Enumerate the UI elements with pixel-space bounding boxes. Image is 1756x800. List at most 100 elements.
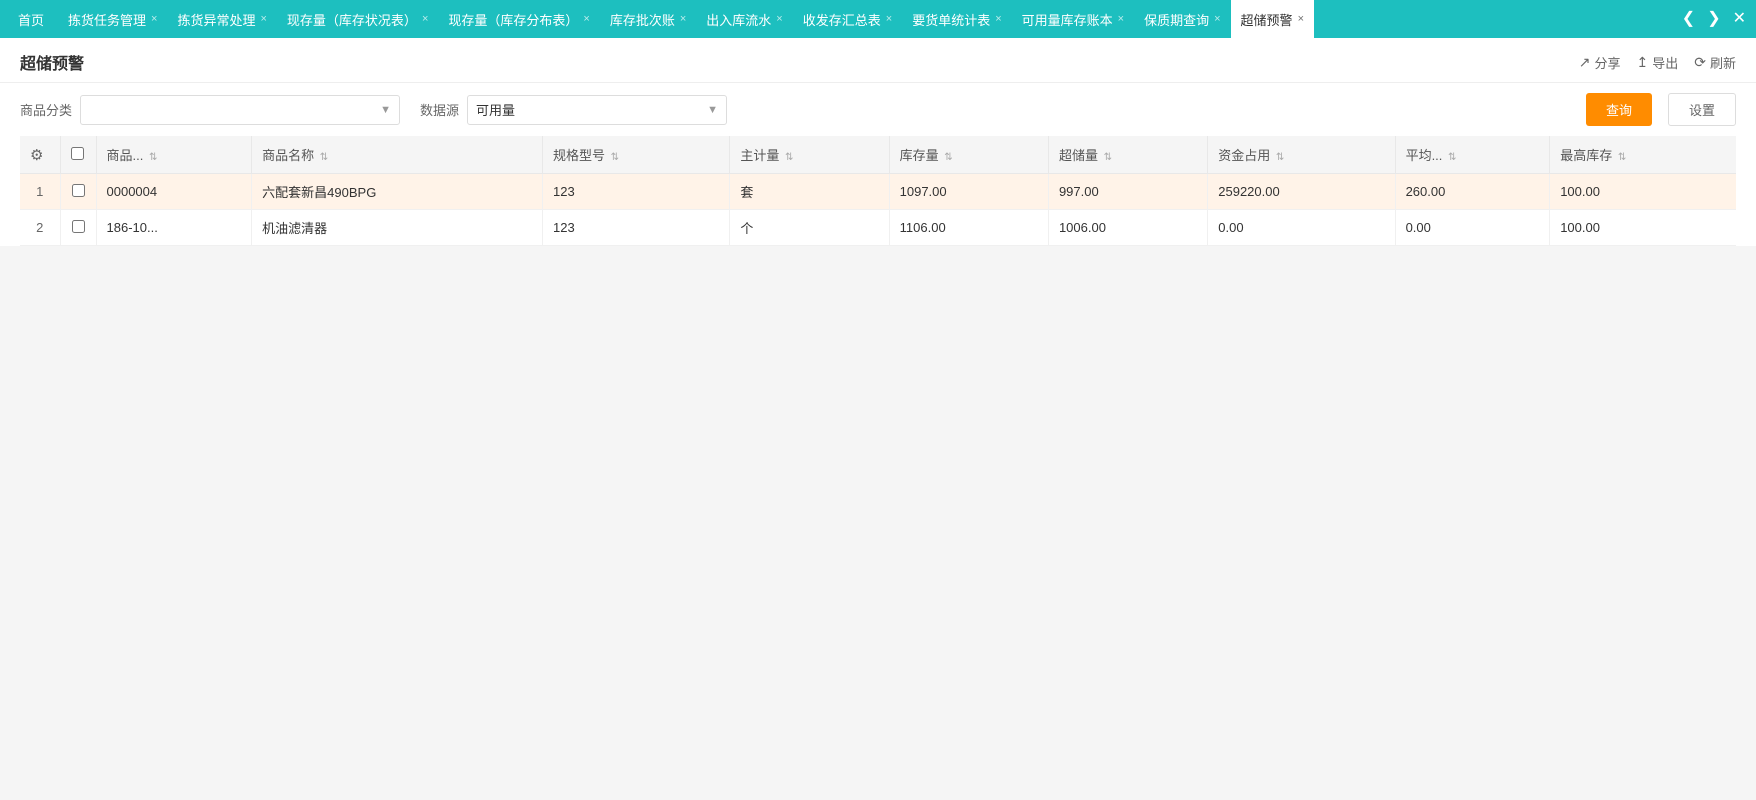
tab-label: 保质期查询 <box>1144 10 1209 29</box>
tab-close-1[interactable]: × <box>260 13 266 25</box>
nav-prev-btn[interactable]: ❮ <box>1676 0 1701 38</box>
header-actions: ↗ 分享 ↥ 导出 ⟳ 刷新 <box>1579 53 1736 72</box>
row-spec-0: 123 <box>543 174 730 210</box>
sort-product-name-icon: ⇅ <box>320 152 328 163</box>
row-avg-0: 260.00 <box>1395 174 1550 210</box>
tab-close-6[interactable]: × <box>886 13 892 25</box>
topbar-tab-2[interactable]: 现存量（库存状况表） × <box>277 0 438 38</box>
tab-label: 拣货异常处理 <box>177 10 255 29</box>
row-product-name-1: 机油滤清器 <box>252 210 543 246</box>
table-row: 1 0000004 六配套新昌490BPG 123 套 1097.00 997.… <box>20 174 1736 210</box>
tab-label: 收发存汇总表 <box>803 10 881 29</box>
data-table: ⚙ 商品... ⇅ 商品名称 ⇅ 规格型号 ⇅ 主计量 <box>20 136 1736 246</box>
tab-close-5[interactable]: × <box>776 13 782 25</box>
tab-close-4[interactable]: × <box>680 13 686 25</box>
topbar-home[interactable]: 首页 <box>4 0 58 38</box>
tab-label: 库存批次账 <box>610 10 675 29</box>
col-avg[interactable]: 平均... ⇅ <box>1395 136 1550 174</box>
col-overstock[interactable]: 超储量 ⇅ <box>1048 136 1207 174</box>
topbar-tab-8[interactable]: 可用量库存账本 × <box>1012 0 1134 38</box>
datasource-label: 数据源 <box>420 100 459 119</box>
sort-unit-icon: ⇅ <box>785 152 793 163</box>
tab-close-3[interactable]: × <box>583 13 589 25</box>
topbar-tab-10[interactable]: 超储预警 × <box>1231 0 1314 38</box>
table-body: 1 0000004 六配套新昌490BPG 123 套 1097.00 997.… <box>20 174 1736 246</box>
col-capital[interactable]: 资金占用 ⇅ <box>1208 136 1395 174</box>
col-stock[interactable]: 库存量 ⇅ <box>889 136 1048 174</box>
category-filter: 商品分类 ▼ <box>20 95 400 125</box>
gear-icon[interactable]: ⚙ <box>30 147 43 164</box>
row-checkbox-cell-0 <box>60 174 96 210</box>
row-stock-0: 1097.00 <box>889 174 1048 210</box>
topbar-tab-6[interactable]: 收发存汇总表 × <box>793 0 902 38</box>
sort-spec-icon: ⇅ <box>611 152 619 163</box>
share-button[interactable]: ↗ 分享 <box>1579 53 1621 72</box>
col-spec[interactable]: 规格型号 ⇅ <box>543 136 730 174</box>
tab-label: 超储预警 <box>1241 10 1293 29</box>
category-label: 商品分类 <box>20 100 72 119</box>
col-settings: ⚙ <box>20 136 60 174</box>
tab-close-0[interactable]: × <box>151 13 157 25</box>
topbar-tab-3[interactable]: 现存量（库存分布表） × <box>438 0 599 38</box>
row-product-code-0: 0000004 <box>96 174 252 210</box>
row-num-0: 1 <box>20 174 60 210</box>
tab-label: 现存量（库存状况表） <box>287 10 417 29</box>
topbar-tab-1[interactable]: 拣货异常处理 × <box>167 0 276 38</box>
page-header: 超储预警 ↗ 分享 ↥ 导出 ⟳ 刷新 <box>0 38 1756 83</box>
tab-close-8[interactable]: × <box>1118 13 1124 25</box>
topbar-tab-4[interactable]: 库存批次账 × <box>600 0 696 38</box>
tab-label: 现存量（库存分布表） <box>448 10 578 29</box>
topbar-tab-9[interactable]: 保质期查询 × <box>1134 0 1230 38</box>
settings-button[interactable]: 设置 <box>1668 93 1736 126</box>
refresh-button[interactable]: ⟳ 刷新 <box>1694 53 1736 72</box>
refresh-icon: ⟳ <box>1694 54 1706 71</box>
query-button[interactable]: 查询 <box>1586 93 1652 126</box>
datasource-select[interactable]: 可用量 ▼ <box>467 95 727 125</box>
datasource-select-value: 可用量 <box>476 100 515 119</box>
tab-close-2[interactable]: × <box>422 13 428 25</box>
row-max-stock-0: 100.00 <box>1550 174 1736 210</box>
sort-avg-icon: ⇅ <box>1448 152 1456 163</box>
topbar-nav: ❮ ❯ ✕ <box>1676 0 1752 38</box>
col-product-code[interactable]: 商品... ⇅ <box>96 136 252 174</box>
row-stock-1: 1106.00 <box>889 210 1048 246</box>
select-all-checkbox[interactable] <box>71 147 84 160</box>
table-container: ⚙ 商品... ⇅ 商品名称 ⇅ 规格型号 ⇅ 主计量 <box>0 136 1756 246</box>
nav-next-btn[interactable]: ❯ <box>1701 0 1726 38</box>
col-checkbox <box>60 136 96 174</box>
datasource-filter: 数据源 可用量 ▼ <box>420 95 727 125</box>
tab-label: 可用量库存账本 <box>1022 10 1113 29</box>
export-button[interactable]: ↥ 导出 <box>1637 53 1679 72</box>
col-product-name[interactable]: 商品名称 ⇅ <box>252 136 543 174</box>
row-max-stock-1: 100.00 <box>1550 210 1736 246</box>
topbar-tab-7[interactable]: 要货单统计表 × <box>902 0 1011 38</box>
datasource-dropdown-icon: ▼ <box>707 104 718 116</box>
row-checkbox-cell-1 <box>60 210 96 246</box>
col-unit[interactable]: 主计量 ⇅ <box>730 136 889 174</box>
topbar-tab-0[interactable]: 拣货任务管理 × <box>58 0 167 38</box>
row-overstock-1: 1006.00 <box>1048 210 1207 246</box>
sort-overstock-icon: ⇅ <box>1104 152 1112 163</box>
col-max-stock[interactable]: 最高库存 ⇅ <box>1550 136 1736 174</box>
sort-product-code-icon: ⇅ <box>149 152 157 163</box>
table-row: 2 186-10... 机油滤清器 123 个 1106.00 1006.00 … <box>20 210 1736 246</box>
sort-max-stock-icon: ⇅ <box>1618 152 1626 163</box>
row-product-code-1: 186-10... <box>96 210 252 246</box>
filter-area: 商品分类 ▼ 数据源 可用量 ▼ 查询 设置 <box>0 83 1756 136</box>
topbar-tab-5[interactable]: 出入库流水 × <box>696 0 792 38</box>
category-select[interactable]: ▼ <box>80 95 400 125</box>
topbar: 首页 拣货任务管理 × 拣货异常处理 × 现存量（库存状况表） × 现存量（库存… <box>0 0 1756 38</box>
tab-close-10[interactable]: × <box>1298 13 1304 25</box>
row-checkbox-1[interactable] <box>72 220 85 233</box>
share-icon: ↗ <box>1579 54 1591 71</box>
row-unit-0: 套 <box>730 174 889 210</box>
table-header-row: ⚙ 商品... ⇅ 商品名称 ⇅ 规格型号 ⇅ 主计量 <box>20 136 1736 174</box>
export-icon: ↥ <box>1637 54 1649 71</box>
row-checkbox-0[interactable] <box>72 184 85 197</box>
nav-close-btn[interactable]: ✕ <box>1727 0 1752 38</box>
row-spec-1: 123 <box>543 210 730 246</box>
row-capital-1: 0.00 <box>1208 210 1395 246</box>
category-dropdown-icon: ▼ <box>380 104 391 116</box>
tab-close-7[interactable]: × <box>995 13 1001 25</box>
tab-close-9[interactable]: × <box>1214 13 1220 25</box>
